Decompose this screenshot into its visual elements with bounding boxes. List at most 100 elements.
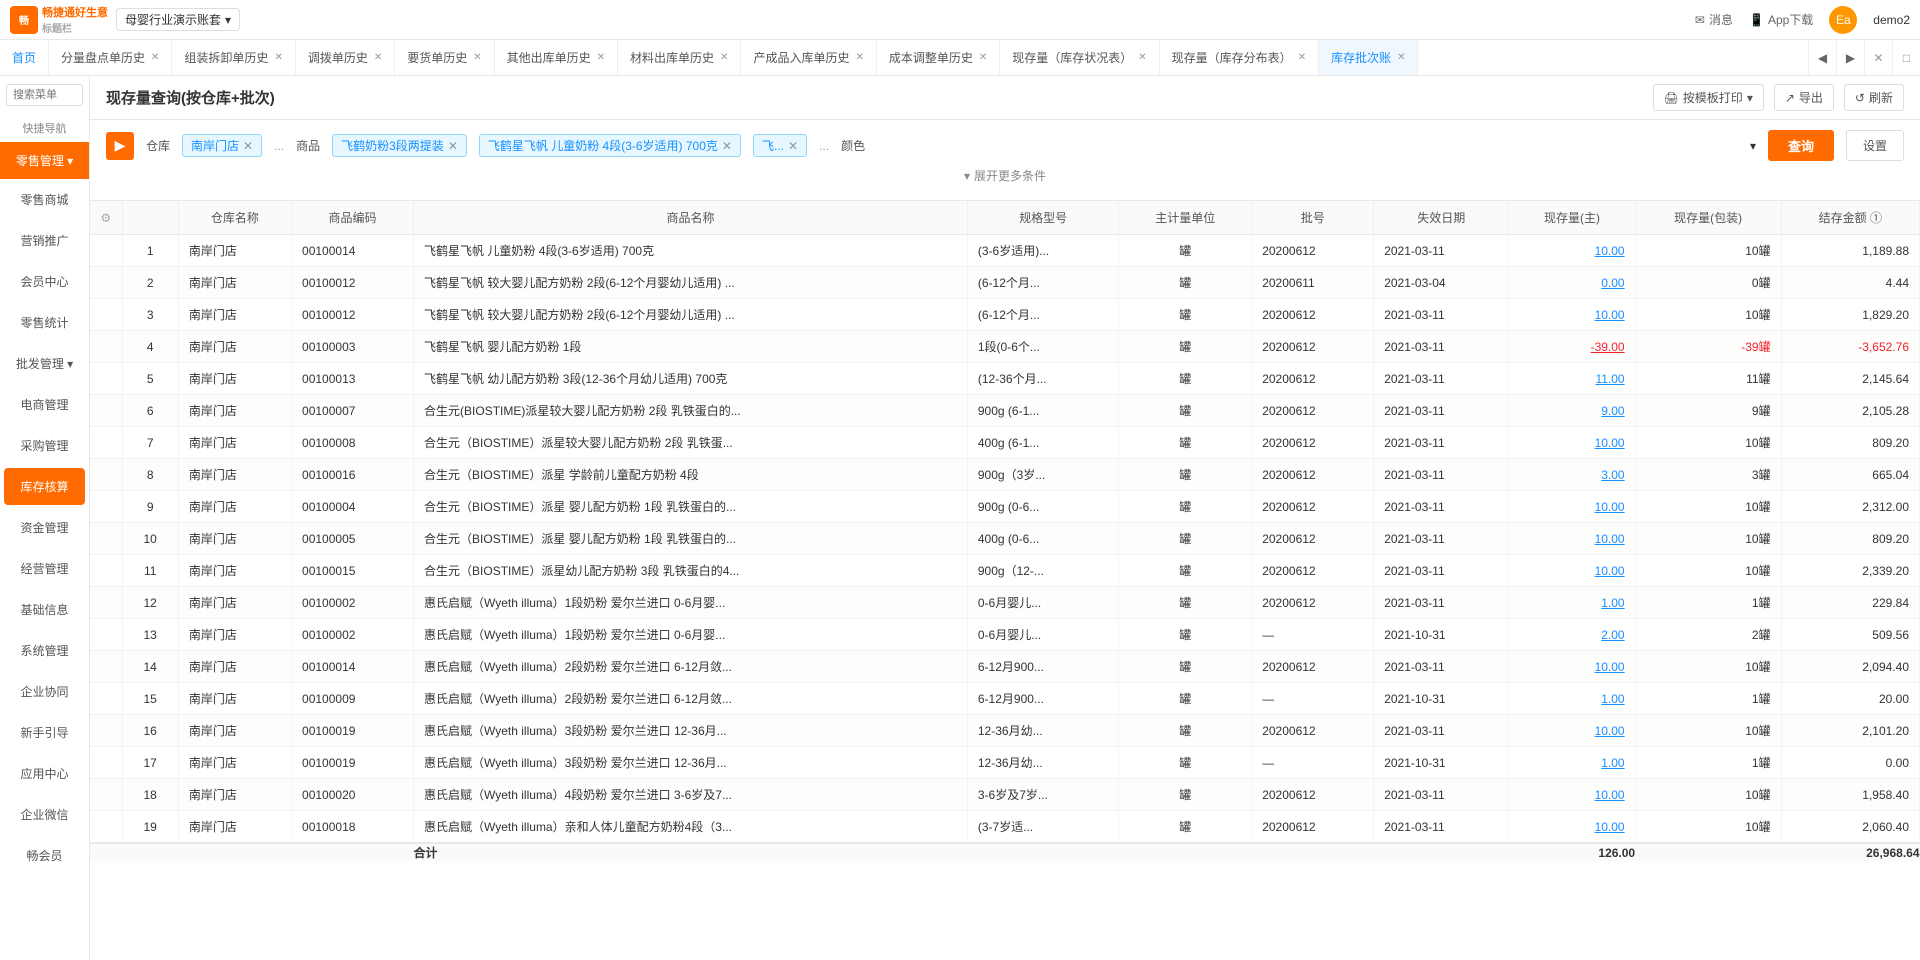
nav-next-btn[interactable]: ▶ [1836, 40, 1864, 76]
row-stock-main[interactable]: 10.00 [1509, 779, 1635, 811]
row-stock-main[interactable]: 2.00 [1509, 619, 1635, 651]
row-unit: 罐 [1119, 715, 1252, 747]
tab-xiancun-fenbu[interactable]: 现存量（库存分布表） ✕ [1160, 40, 1319, 76]
row-icon [90, 619, 122, 651]
nav-close-btn[interactable]: ✕ [1864, 40, 1892, 76]
close-icon[interactable]: ✕ [1298, 52, 1306, 63]
remove-warehouse-tag[interactable]: ✕ [243, 139, 253, 153]
sidebar-item-pifa[interactable]: 批发管理 ▾ [4, 345, 85, 382]
row-stock-main[interactable]: 10.00 [1509, 555, 1635, 587]
footer-balance: 26,968.64 [1781, 843, 1919, 861]
nav-expand-btn[interactable]: □ [1892, 40, 1920, 76]
row-stock-main[interactable]: 10.00 [1509, 491, 1635, 523]
row-stock-main[interactable]: 10.00 [1509, 299, 1635, 331]
row-expire: 2021-03-11 [1374, 331, 1509, 363]
remove-product-tag-2[interactable]: ✕ [722, 139, 732, 153]
col-expire: 失效日期 [1374, 201, 1509, 235]
close-icon[interactable]: ✕ [979, 52, 987, 63]
sidebar-item-yingxiao[interactable]: 营销推广 [4, 222, 85, 259]
close-icon[interactable]: ✕ [855, 52, 863, 63]
sidebar-item-lingshoji[interactable]: 零售统计 [4, 304, 85, 341]
row-stock-main[interactable]: 10.00 [1509, 715, 1635, 747]
query-btn[interactable]: 查询 [1768, 130, 1834, 161]
sidebar-item-kucun[interactable]: 库存核算 [4, 468, 85, 505]
close-icon[interactable]: ✕ [274, 52, 282, 63]
row-stock-main[interactable]: 9.00 [1509, 395, 1635, 427]
sidebar-item-xinshou[interactable]: 新手引导 [4, 714, 85, 751]
row-stock-main[interactable]: 11.00 [1509, 363, 1635, 395]
sidebar-item-caigou[interactable]: 采购管理 [4, 427, 85, 464]
row-stock-main[interactable]: 1.00 [1509, 683, 1635, 715]
close-icon[interactable]: ✕ [151, 52, 159, 63]
close-icon[interactable]: ✕ [597, 52, 605, 63]
store-selector[interactable]: 母婴行业演示账套 ▾ [116, 8, 240, 31]
sidebar-shortcut[interactable]: 快捷导航 [0, 114, 89, 142]
product-more[interactable]: ... [819, 139, 829, 153]
sidebar-item-weixin[interactable]: 企业微信 [4, 796, 85, 833]
tab-chengben[interactable]: 成本调整单历史 ✕ [877, 40, 1000, 76]
row-stock-main[interactable]: 1.00 [1509, 747, 1635, 779]
close-icon[interactable]: ✕ [473, 52, 481, 63]
color-dropdown-arrow[interactable]: ▾ [1750, 139, 1756, 153]
sidebar-item-lingshoi[interactable]: 零售管理 ▾ [0, 142, 89, 179]
row-stock-main[interactable]: 10.00 [1509, 427, 1635, 459]
sidebar-item-changhui[interactable]: 畅会员 [4, 837, 85, 874]
sidebar-item-jingying[interactable]: 经营管理 [4, 550, 85, 587]
filter-expand-row[interactable]: ▾ 展开更多条件 [106, 161, 1904, 190]
sidebar-item-xitong[interactable]: 系统管理 [4, 632, 85, 669]
row-stock-main[interactable]: 10.00 [1509, 651, 1635, 683]
tab-home[interactable]: 首页 [0, 40, 49, 76]
sidebar-item-qiye[interactable]: 企业协同 [4, 673, 85, 710]
page-actions: 🖨 按模板打印 ▾ ↗ 导出 ↺ 刷新 [1653, 84, 1904, 111]
tab-chancheng[interactable]: 产成品入库单历史 ✕ [741, 40, 876, 76]
row-expire: 2021-10-31 [1374, 683, 1509, 715]
filter-expand-arrow[interactable]: ▶ [106, 132, 134, 160]
row-expire: 2021-03-11 [1374, 555, 1509, 587]
sidebar-item-jichu[interactable]: 基础信息 [4, 591, 85, 628]
row-stock-main[interactable]: 10.00 [1509, 811, 1635, 844]
sidebar-item-huiyuan[interactable]: 会员中心 [4, 263, 85, 300]
template-print-btn[interactable]: 🖨 按模板打印 ▾ [1653, 84, 1764, 111]
search-input[interactable] [6, 84, 83, 106]
tab-xiancun-kucun[interactable]: 现存量（库存状况表） ✕ [1000, 40, 1159, 76]
row-stock-main[interactable]: 1.00 [1509, 587, 1635, 619]
row-stock-pkg: 2罐 [1635, 619, 1781, 651]
row-stock-main[interactable]: 3.00 [1509, 459, 1635, 491]
tab-fenliang[interactable]: 分量盘点单历史 ✕ [49, 40, 172, 76]
tab-cailiao[interactable]: 材料出库单历史 ✕ [618, 40, 741, 76]
warehouse-more[interactable]: ... [274, 139, 284, 153]
close-icon[interactable]: ✕ [1397, 52, 1405, 63]
row-stock-main[interactable]: -39.00 [1509, 331, 1635, 363]
close-icon[interactable]: ✕ [720, 52, 728, 63]
nav-prev-btn[interactable]: ◀ [1808, 40, 1836, 76]
tab-diaob[interactable]: 调拨单历史 ✕ [296, 40, 395, 76]
row-warehouse: 南岸门店 [178, 395, 291, 427]
tab-yaohuo[interactable]: 要货单历史 ✕ [395, 40, 494, 76]
tab-kucun-pici[interactable]: 库存批次账 ✕ [1319, 40, 1418, 76]
col-settings[interactable]: ⚙ [90, 201, 122, 235]
row-stock-main[interactable]: 10.00 [1509, 235, 1635, 267]
remove-product-tag-3[interactable]: ✕ [788, 139, 798, 153]
row-balance: 2,094.40 [1781, 651, 1919, 683]
row-batch: 20200612 [1252, 235, 1374, 267]
message-btn[interactable]: ✉ 消息 [1695, 11, 1733, 28]
row-stock-main[interactable]: 10.00 [1509, 523, 1635, 555]
row-stock-main[interactable]: 0.00 [1509, 267, 1635, 299]
warehouse-tag: 南岸门店 ✕ [182, 134, 262, 157]
row-expire: 2021-10-31 [1374, 619, 1509, 651]
export-btn[interactable]: ↗ 导出 [1774, 84, 1834, 111]
close-icon[interactable]: ✕ [1138, 52, 1146, 63]
tab-qitachuku[interactable]: 其他出库单历史 ✕ [495, 40, 618, 76]
app-download-btn[interactable]: 📱 App下载 [1749, 11, 1813, 28]
close-icon[interactable]: ✕ [374, 52, 382, 63]
sidebar-item-lingshoshangcheng[interactable]: 零售商城 [4, 181, 85, 218]
col-stock-main: 现存量(主) [1509, 201, 1635, 235]
sidebar-item-dianshang[interactable]: 电商管理 [4, 386, 85, 423]
settings-btn[interactable]: 设置 [1846, 130, 1904, 161]
sidebar-item-yingyong[interactable]: 应用中心 [4, 755, 85, 792]
sidebar-item-zijin[interactable]: 资金管理 [4, 509, 85, 546]
user-avatar[interactable]: Ea [1829, 6, 1857, 34]
tab-zuzhuang[interactable]: 组装拆卸单历史 ✕ [172, 40, 295, 76]
refresh-btn[interactable]: ↺ 刷新 [1844, 84, 1904, 111]
remove-product-tag-1[interactable]: ✕ [448, 139, 458, 153]
